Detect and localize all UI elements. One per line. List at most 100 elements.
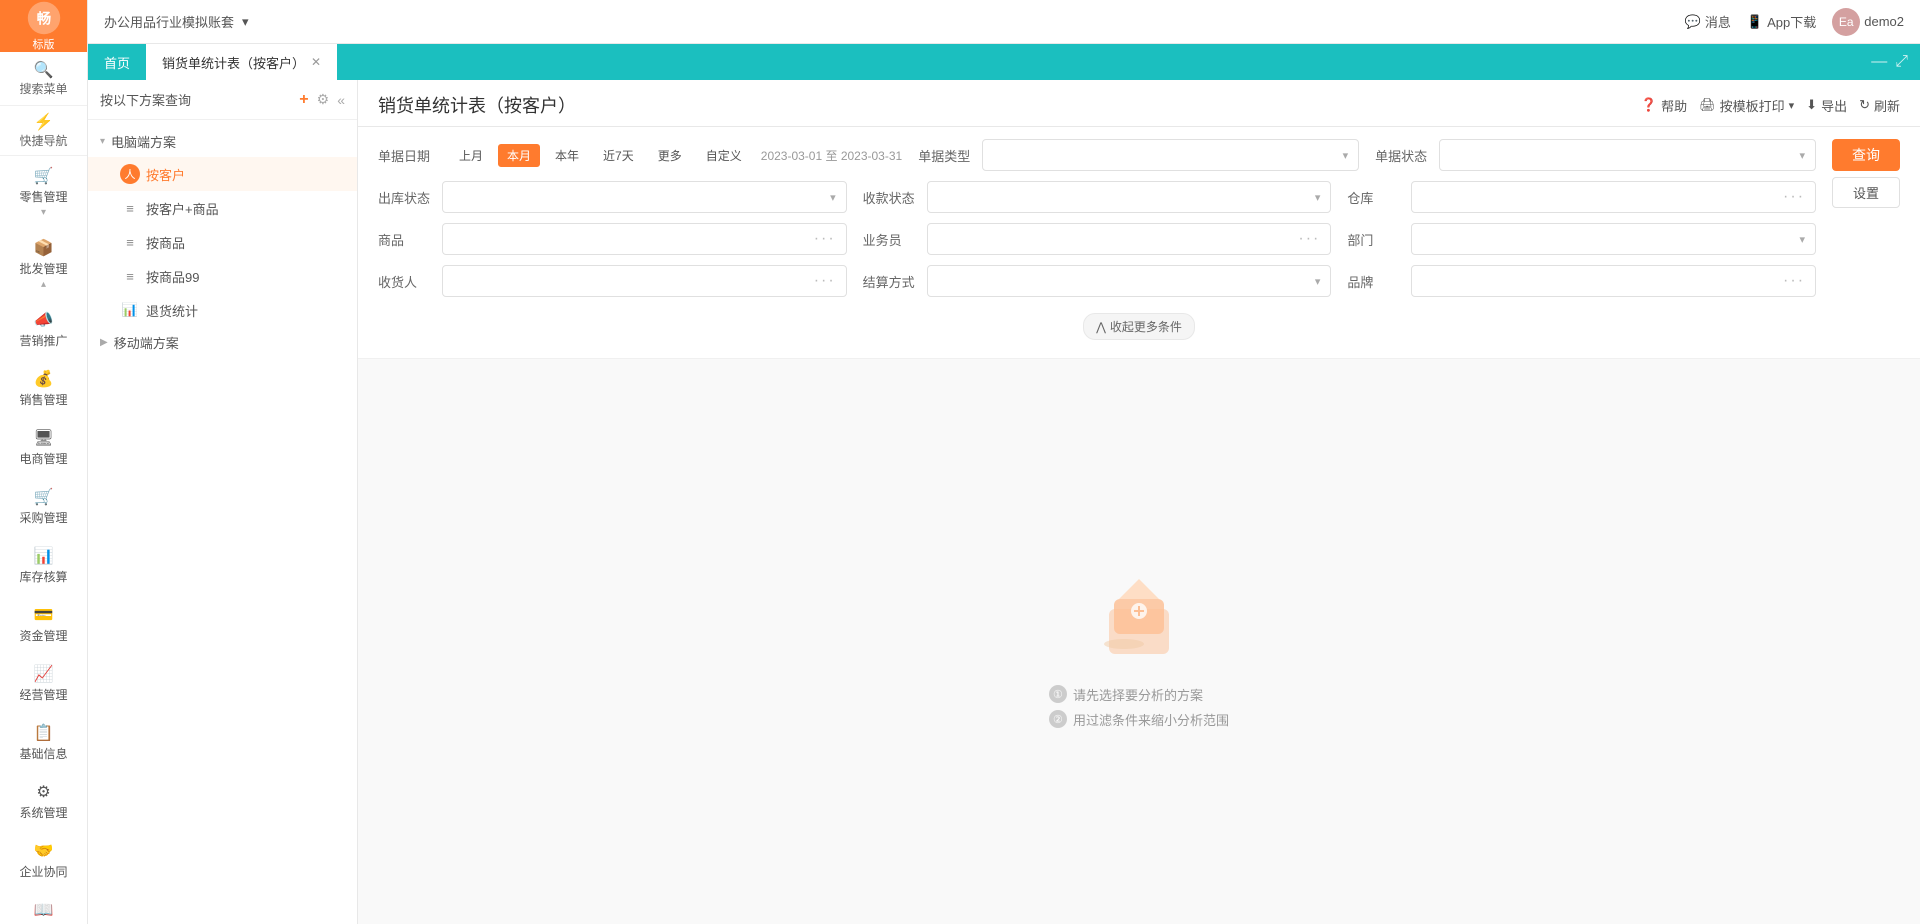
wholesale-chevron: ▴ [41,279,46,290]
sidebar: 畅 标版 🔍 搜索菜单 ⚡ 快捷导航 🛒 零售管理 ▾ 📦 批发管理 ▴ 📣 营… [0,0,88,924]
payment-status-label: 收款状态 [863,188,919,207]
ecommerce-icon: 🖥 [33,428,53,448]
collapse-panel-button[interactable]: « [337,92,345,108]
date-btn-more[interactable]: 更多 [649,144,691,167]
sidebar-item-quick-nav[interactable]: ⚡ 快捷导航 [0,106,87,156]
tree-parent-pc[interactable]: ▾ 电脑端方案 [88,126,357,157]
return-stats-icon: 📊 [120,300,140,320]
date-btn-this-year[interactable]: 本年 [546,144,588,167]
sidebar-item-newbie[interactable]: 📖 新手引导 [0,890,87,924]
enterprise-icon: 🤝 [34,841,54,861]
goods-input[interactable]: ··· [442,223,847,255]
sidebar-item-system-label: 系统管理 [19,804,67,821]
sidebar-item-purchase[interactable]: 🛒 采购管理 [0,477,87,536]
tab-home[interactable]: 首页 [88,44,146,80]
finance-icon: 💳 [34,605,54,625]
app-download-button[interactable]: 📱 App下载 [1747,12,1816,31]
goods-dots-icon: ··· [814,230,836,248]
bill-type-select[interactable]: ▾ [982,139,1359,171]
warehouse-input[interactable]: ··· [1411,181,1816,213]
bill-status-select[interactable]: ▾ [1439,139,1816,171]
tree-item-by-goods-99[interactable]: ≡ 按商品99 [88,259,357,293]
sidebar-item-system[interactable]: ⚙ 系统管理 [0,772,87,831]
tree-item-by-customer[interactable]: 人 按客户 [88,157,357,191]
receiver-label: 收货人 [378,272,434,291]
filter-area: 单据日期 上月 本月 本年 近7天 更多 自定义 2023-03-01 至 20… [358,127,1920,359]
brand-input[interactable]: ··· [1411,265,1816,297]
export-icon: ⬇ [1806,97,1817,113]
top-header: 办公用品行业模拟账套 ▾ 💬 消息 📱 App下载 Ea demo2 [88,0,1920,44]
maximize-button[interactable]: ⤢ [1895,53,1908,71]
add-scheme-button[interactable]: + [299,91,308,109]
user-menu[interactable]: Ea demo2 [1832,8,1904,36]
tip-1-number: ① [1049,685,1067,703]
tip-2-number: ② [1049,710,1067,728]
date-btn-custom[interactable]: 自定义 [697,144,751,167]
sidebar-item-finance[interactable]: 💳 资金管理 [0,595,87,654]
message-button[interactable]: 💬 消息 [1685,12,1731,31]
page-actions: ❓ 帮助 🖨 按模板打印 ▾ ⬇ 导出 ↻ 刷新 [1641,96,1900,115]
avatar: Ea [1832,8,1860,36]
sidebar-item-basic[interactable]: 📋 基础信息 [0,713,87,772]
department-select[interactable]: ▾ [1411,223,1816,255]
filter-row-4: 收货人 ··· 结算方式 ▾ [378,265,1816,297]
right-content: 销货单统计表（按客户） ❓ 帮助 🖨 按模板打印 ▾ ⬇ 导出 [358,80,1920,924]
salesperson-label: 业务员 [863,230,919,249]
empty-tips: ① 请先选择要分析的方案 ② 用过滤条件来缩小分析范围 [1049,685,1229,735]
filter-row-2: 出库状态 ▾ 收款状态 ▾ [378,181,1816,213]
query-button[interactable]: 查询 [1832,139,1900,171]
payment-status-dropdown-icon: ▾ [1315,191,1321,204]
receiver-input[interactable]: ··· [442,265,847,297]
payment-method-dropdown-icon: ▾ [1315,275,1321,288]
tree-item-return-stats[interactable]: 📊 退货统计 [88,293,357,327]
export-button[interactable]: ⬇ 导出 [1806,96,1847,115]
left-panel-header: 按以下方案查询 + ⚙ « [88,80,357,120]
help-icon: ❓ [1641,97,1657,113]
sidebar-item-ecommerce[interactable]: 🖥 电商管理 [0,418,87,477]
out-status-select[interactable]: ▾ [442,181,847,213]
tab-sales-stats[interactable]: 销货单统计表（按客户） ✕ [146,44,337,80]
refresh-button[interactable]: ↻ 刷新 [1859,96,1900,115]
tip-2-text: 用过滤条件来缩小分析范围 [1073,710,1229,729]
sidebar-item-retail[interactable]: 🛒 零售管理 ▾ [0,156,87,228]
tree-parent-mobile-label: 移动端方案 [114,333,179,352]
date-btn-7days[interactable]: 近7天 [594,144,643,167]
date-btn-this-month[interactable]: 本月 [498,144,540,167]
industry-dropdown-icon[interactable]: ▾ [242,14,249,30]
sidebar-item-enterprise[interactable]: 🤝 企业协同 [0,831,87,890]
salesperson-input[interactable]: ··· [927,223,1332,255]
sidebar-item-search-label: 搜索菜单 [0,80,87,97]
retail-icon: 🛒 [34,166,54,186]
sidebar-item-inventory[interactable]: 📊 库存核算 [0,536,87,595]
settings-scheme-button[interactable]: ⚙ [317,91,330,108]
svg-text:畅: 畅 [36,9,50,27]
left-panel: 按以下方案查询 + ⚙ « ▾ 电脑端方案 人 按客户 [88,80,358,924]
collapse-row: ⋀ 收起更多条件 [378,307,1900,346]
out-status-label: 出库状态 [378,188,434,207]
by-goods-icon: ≡ [120,232,140,252]
sidebar-item-marketing[interactable]: 📣 营销推广 [0,300,87,359]
by-customer-goods-label: 按客户+商品 [146,199,219,218]
date-btn-last-month[interactable]: 上月 [450,144,492,167]
tree-item-by-customer-goods[interactable]: ≡ 按客户+商品 [88,191,357,225]
sidebar-item-wholesale[interactable]: 📦 批发管理 ▴ [0,228,87,300]
help-button[interactable]: ❓ 帮助 [1641,96,1687,115]
collapse-button[interactable]: ⋀ 收起更多条件 [1083,313,1195,340]
window-controls: — ⤢ [1871,53,1920,71]
sidebar-item-operations[interactable]: 📈 经营管理 [0,654,87,713]
sidebar-item-sales[interactable]: 💰 销售管理 [0,359,87,418]
settings-button[interactable]: 设置 [1832,177,1900,208]
tree-parent-mobile[interactable]: ▶ 移动端方案 [88,327,357,358]
tab-close-icon[interactable]: ✕ [311,55,321,69]
scheme-tree: ▾ 电脑端方案 人 按客户 ≡ 按客户+商品 ≡ 按商品 [88,120,357,364]
payment-status-select[interactable]: ▾ [927,181,1332,213]
refresh-label: 刷新 [1874,96,1900,115]
payment-method-select[interactable]: ▾ [927,265,1332,297]
filter-row-3: 商品 ··· 业务员 ··· [378,223,1816,255]
app-download-icon: 📱 [1747,14,1763,30]
minimize-button[interactable]: — [1871,53,1887,71]
print-button[interactable]: 🖨 按模板打印 ▾ [1699,96,1794,115]
brand-label: 品牌 [1347,272,1403,291]
tree-item-by-goods[interactable]: ≡ 按商品 [88,225,357,259]
sidebar-item-search[interactable]: 🔍 搜索菜单 [0,52,87,106]
